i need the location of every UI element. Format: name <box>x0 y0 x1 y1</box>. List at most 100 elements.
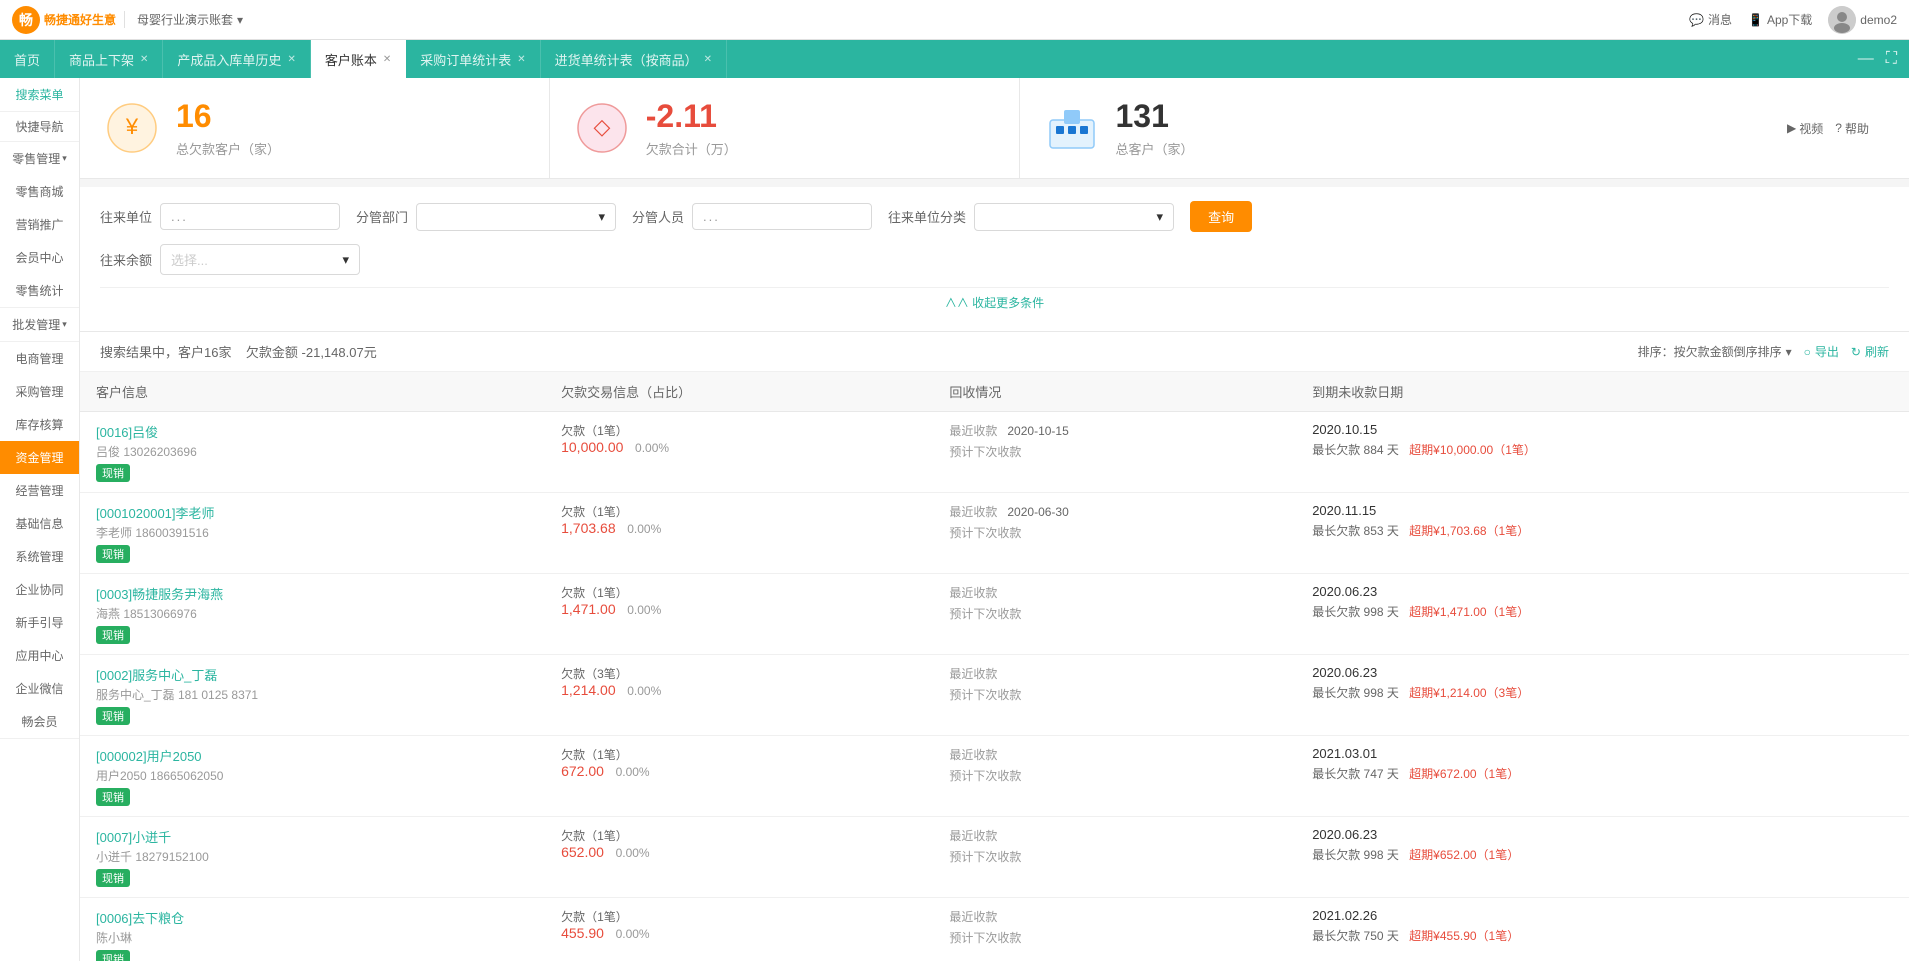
sidebar-item-member[interactable]: 会员中心 <box>0 241 79 274</box>
sidebar-item-sys-mgmt[interactable]: 系统管理 <box>0 540 79 573</box>
due-date: 2020.11.15 <box>1312 503 1893 518</box>
tab-product-offline-close[interactable]: ✕ <box>140 54 148 65</box>
tab-product-offline[interactable]: 商品上下架 ✕ <box>55 40 163 78</box>
th-due-date: 到期未收款日期 <box>1296 372 1909 412</box>
tab-product-offline-label: 商品上下架 <box>69 50 134 69</box>
due-date-cell: 2021.02.26 最长欠款 750 天 超期¥455.90（1笔） <box>1296 898 1909 961</box>
sidebar-item-retail-stats[interactable]: 零售统计 <box>0 274 79 307</box>
tab-purchase-order-close[interactable]: ✕ <box>517 54 525 65</box>
sidebar-item-purchase-mgmt[interactable]: 采购管理 <box>0 375 79 408</box>
person-dots: ... <box>703 209 720 224</box>
chevron-down-icon: ▾ <box>342 252 349 268</box>
export-button[interactable]: ○ 导出 <box>1804 343 1839 360</box>
overdue-link[interactable]: 超期¥1,703.68（1笔） <box>1409 524 1529 538</box>
owing-count: 欠款（1笔） <box>561 746 917 763</box>
remaining-placeholder: 选择... <box>171 250 208 269</box>
customer-name-link[interactable]: [0016]吕俊 <box>96 425 158 440</box>
sidebar-item-retail-store[interactable]: 零售商城 <box>0 175 79 208</box>
customer-contact: 海燕 18513066976 <box>96 605 529 622</box>
tab-customer-account[interactable]: 客户账本 ✕ <box>311 40 406 78</box>
owing-pct: 0.00% <box>627 603 661 617</box>
table-row: [0002]服务中心_丁磊 服务中心_丁磊 181 0125 8371 现销 欠… <box>80 655 1909 736</box>
owing-amount-summary: 欠款金额 -21,148.07元 <box>246 345 377 360</box>
message-button[interactable]: 💬 消息 <box>1689 11 1732 28</box>
overdue-link[interactable]: 超期¥1,471.00（1笔） <box>1409 605 1529 619</box>
owing-pct: 0.00% <box>616 765 650 779</box>
unit-category-select[interactable]: ▾ <box>974 203 1174 231</box>
overdue-link[interactable]: 超期¥672.00（1笔） <box>1409 767 1519 781</box>
sidebar-item-enterprise[interactable]: 企业协同 <box>0 573 79 606</box>
sort-button[interactable]: 排序：按欠款金额倒序排序 ▾ <box>1638 343 1792 360</box>
owing-count: 欠款（1笔） <box>561 827 917 844</box>
sidebar-item-finance[interactable]: 资金管理 <box>0 441 79 474</box>
customer-name-link[interactable]: [0003]畅捷服务尹海燕 <box>96 587 223 602</box>
sidebar-item-inventory[interactable]: 库存核算 <box>0 408 79 441</box>
due-date: 2021.03.01 <box>1312 746 1893 761</box>
refresh-label: 刷新 <box>1865 343 1889 360</box>
app-icon: 📱 <box>1748 13 1763 27</box>
sidebar-item-batch-mgmt[interactable]: 批发管理 ▾ <box>0 308 79 341</box>
overdue-link[interactable]: 超期¥10,000.00（1笔） <box>1409 443 1536 457</box>
max-days: 最长欠款 998 天 <box>1312 686 1405 700</box>
sidebar-item-ecommerce[interactable]: 电商管理 <box>0 342 79 375</box>
tab-minimize-button[interactable]: — <box>1854 50 1878 68</box>
sidebar-item-marketing[interactable]: 营销推广 <box>0 208 79 241</box>
user-profile[interactable]: demo2 <box>1828 6 1897 34</box>
tab-customer-account-close[interactable]: ✕ <box>383 54 391 65</box>
overdue-link[interactable]: 超期¥455.90（1笔） <box>1409 929 1519 943</box>
sidebar-item-basic-info[interactable]: 基础信息 <box>0 507 79 540</box>
owing-customers-icon: ¥ <box>104 100 160 156</box>
customer-name-link[interactable]: [000002]用户2050 <box>96 749 202 764</box>
tab-home[interactable]: 首页 <box>0 40 55 78</box>
dept-select[interactable]: ▾ <box>416 203 616 231</box>
owing-customers-value: 16 <box>176 98 280 135</box>
tab-product-history[interactable]: 产成品入库单历史 ✕ <box>163 40 310 78</box>
export-icon: ○ <box>1804 345 1811 359</box>
from-unit-input[interactable]: ... <box>160 203 340 230</box>
table-summary: 搜索结果中，客户16家 欠款金额 -21,148.07元 排序：按欠款金额倒序排… <box>80 332 1909 372</box>
sidebar-item-enterprise-wx[interactable]: 企业微信 <box>0 672 79 705</box>
customer-badge: 现销 <box>96 707 130 725</box>
recent-payment: 最近收款 <box>949 665 1280 682</box>
app-download-button[interactable]: 📱 App下载 <box>1748 11 1812 28</box>
total-customers-icon <box>1044 100 1100 156</box>
next-payment: 预计下次收款 <box>949 929 1280 946</box>
refresh-button[interactable]: ↻ 刷新 <box>1851 343 1889 360</box>
owing-amount: 1,703.68 <box>561 520 616 536</box>
customer-name-link[interactable]: [0001020001]李老师 <box>96 506 215 521</box>
sidebar-item-vip[interactable]: 畅会员 <box>0 705 79 738</box>
tab-maximize-button[interactable]: ⛶ <box>1882 50 1901 68</box>
customer-info-cell: [0001020001]李老师 李老师 18600391516 现销 <box>80 493 545 574</box>
logo-text: 畅捷通好生意 <box>44 11 116 28</box>
tab-import-stats[interactable]: 进货单统计表（按商品） ✕ <box>541 40 727 78</box>
content-area: ¥ 16 总欠款客户（家） ◇ -2.11 欠款合计（ <box>80 78 1909 961</box>
video-link[interactable]: ▶ 视频 <box>1787 120 1823 137</box>
help-link[interactable]: ? 帮助 <box>1835 120 1869 137</box>
tab-product-history-close[interactable]: ✕ <box>287 54 295 65</box>
owing-count: 欠款（1笔） <box>561 908 917 925</box>
sidebar-item-business-mgmt[interactable]: 经营管理 <box>0 474 79 507</box>
customer-name-link[interactable]: [0007]小迸千 <box>96 830 171 845</box>
sidebar-search[interactable]: 搜索菜单 <box>0 78 79 112</box>
tab-purchase-order[interactable]: 采购订单统计表 ✕ <box>406 40 540 78</box>
recent-payment: 最近收款 <box>949 908 1280 925</box>
person-input[interactable]: ... <box>692 203 872 230</box>
company-selector[interactable]: 母婴行业演示账套 ▾ <box>124 11 243 28</box>
customer-name-link[interactable]: [0002]服务中心_丁磊 <box>96 668 217 683</box>
collection-cell: 最近收款 预计下次收款 <box>933 898 1296 961</box>
next-payment: 预计下次收款 <box>949 767 1280 784</box>
sidebar-item-retail-mgmt[interactable]: 零售管理 ▾ <box>0 142 79 175</box>
sidebar-item-app-center[interactable]: 应用中心 <box>0 639 79 672</box>
sidebar-quick-nav[interactable]: 快捷导航 <box>0 112 79 142</box>
remaining-select[interactable]: 选择... ▾ <box>160 244 360 275</box>
due-date: 2021.02.26 <box>1312 908 1893 923</box>
collapse-filters-button[interactable]: ∧∧ 收起更多条件 <box>100 287 1889 317</box>
customer-name-link[interactable]: [0006]去下粮仓 <box>96 911 184 926</box>
overdue-link[interactable]: 超期¥1,214.00（3笔） <box>1409 686 1529 700</box>
unit-category-label: 往来单位分类 <box>888 207 966 226</box>
search-button[interactable]: 查询 <box>1190 201 1252 232</box>
overdue-link[interactable]: 超期¥652.00（1笔） <box>1409 848 1519 862</box>
tab-import-stats-close[interactable]: ✕ <box>704 54 712 65</box>
sidebar-item-newbie[interactable]: 新手引导 <box>0 606 79 639</box>
help-icon: ? <box>1835 121 1842 135</box>
